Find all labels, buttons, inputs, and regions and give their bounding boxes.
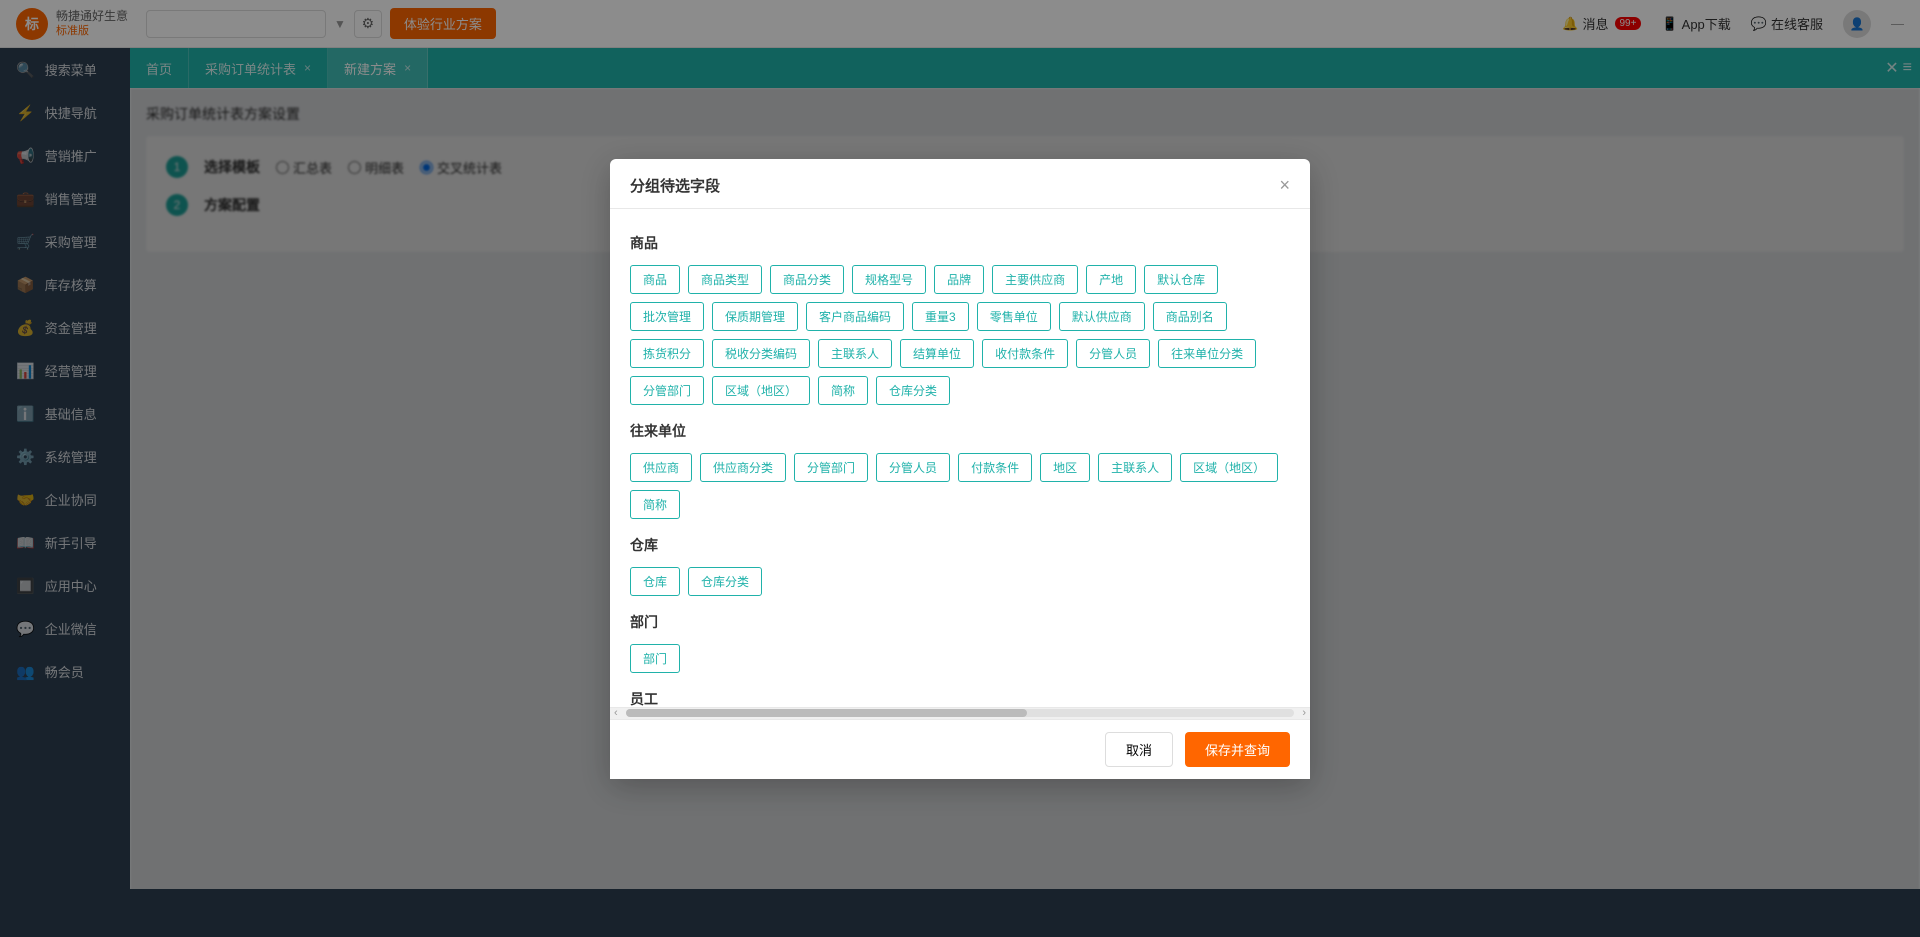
- section-title-staff: 员工: [630, 689, 1290, 707]
- field-grid-partner: 供应商 供应商分类 分管部门 分管人员 付款条件 地区 主联系人 区域（地区） …: [630, 453, 1290, 519]
- field-tag[interactable]: 区域（地区）: [712, 376, 810, 405]
- scroll-left-arrow[interactable]: ‹: [610, 707, 622, 719]
- field-tag[interactable]: 仓库分类: [876, 376, 950, 405]
- field-tag[interactable]: 分管人员: [1076, 339, 1150, 368]
- field-tag[interactable]: 产地: [1086, 265, 1136, 294]
- field-tag[interactable]: 区域（地区）: [1180, 453, 1278, 482]
- field-tag[interactable]: 分管人员: [876, 453, 950, 482]
- field-tag[interactable]: 商品类型: [688, 265, 762, 294]
- field-tag[interactable]: 品牌: [934, 265, 984, 294]
- field-tag[interactable]: 客户商品编码: [806, 302, 904, 331]
- section-title-goods: 商品: [630, 233, 1290, 253]
- field-tag[interactable]: 商品分类: [770, 265, 844, 294]
- field-tag[interactable]: 主联系人: [818, 339, 892, 368]
- field-tag[interactable]: 商品: [630, 265, 680, 294]
- field-tag[interactable]: 保质期管理: [712, 302, 798, 331]
- field-tag[interactable]: 简称: [818, 376, 868, 405]
- field-tag[interactable]: 收付款条件: [982, 339, 1068, 368]
- scroll-thumb: [626, 709, 1027, 717]
- field-tag[interactable]: 税收分类编码: [712, 339, 810, 368]
- field-tag[interactable]: 分管部门: [630, 376, 704, 405]
- field-tag[interactable]: 供应商分类: [700, 453, 786, 482]
- field-tag[interactable]: 主联系人: [1098, 453, 1172, 482]
- field-tag[interactable]: 供应商: [630, 453, 692, 482]
- section-title-warehouse: 仓库: [630, 535, 1290, 555]
- field-tag[interactable]: 默认仓库: [1144, 265, 1218, 294]
- field-tag[interactable]: 分管部门: [794, 453, 868, 482]
- modal-title: 分组待选字段: [630, 175, 720, 196]
- field-select-modal: 分组待选字段 × 商品 商品 商品类型 商品分类 规格型号 品牌 主要供应商 产…: [610, 159, 1310, 779]
- field-tag[interactable]: 地区: [1040, 453, 1090, 482]
- field-tag[interactable]: 结算单位: [900, 339, 974, 368]
- modal-horizontal-scrollbar[interactable]: ‹ ›: [610, 707, 1310, 719]
- modal-overlay: 分组待选字段 × 商品 商品 商品类型 商品分类 规格型号 品牌 主要供应商 产…: [0, 0, 1920, 937]
- modal-body[interactable]: 商品 商品 商品类型 商品分类 规格型号 品牌 主要供应商 产地 默认仓库 批次…: [610, 209, 1310, 707]
- field-tag[interactable]: 付款条件: [958, 453, 1032, 482]
- field-tag[interactable]: 仓库: [630, 567, 680, 596]
- field-tag[interactable]: 简称: [630, 490, 680, 519]
- scroll-track: [626, 709, 1295, 717]
- field-tag[interactable]: 批次管理: [630, 302, 704, 331]
- modal-footer: 取消 保存并查询: [610, 719, 1310, 779]
- field-tag[interactable]: 规格型号: [852, 265, 926, 294]
- field-tag[interactable]: 拣货积分: [630, 339, 704, 368]
- modal-close-button[interactable]: ×: [1279, 175, 1290, 196]
- cancel-button[interactable]: 取消: [1105, 732, 1173, 767]
- field-tag[interactable]: 零售单位: [977, 302, 1051, 331]
- field-tag[interactable]: 主要供应商: [992, 265, 1078, 294]
- field-tag[interactable]: 默认供应商: [1059, 302, 1145, 331]
- modal-header: 分组待选字段 ×: [610, 159, 1310, 209]
- field-grid-dept: 部门: [630, 644, 1290, 673]
- field-tag[interactable]: 商品别名: [1153, 302, 1227, 331]
- field-tag[interactable]: 重量3: [912, 302, 969, 331]
- field-tag[interactable]: 部门: [630, 644, 680, 673]
- section-title-dept: 部门: [630, 612, 1290, 632]
- field-tag[interactable]: 往来单位分类: [1158, 339, 1256, 368]
- field-grid-warehouse: 仓库 仓库分类: [630, 567, 1290, 596]
- field-tag[interactable]: 仓库分类: [688, 567, 762, 596]
- section-title-partner: 往来单位: [630, 421, 1290, 441]
- scroll-right-arrow[interactable]: ›: [1298, 707, 1310, 719]
- confirm-button[interactable]: 保存并查询: [1185, 732, 1290, 767]
- field-grid-goods: 商品 商品类型 商品分类 规格型号 品牌 主要供应商 产地 默认仓库 批次管理 …: [630, 265, 1290, 405]
